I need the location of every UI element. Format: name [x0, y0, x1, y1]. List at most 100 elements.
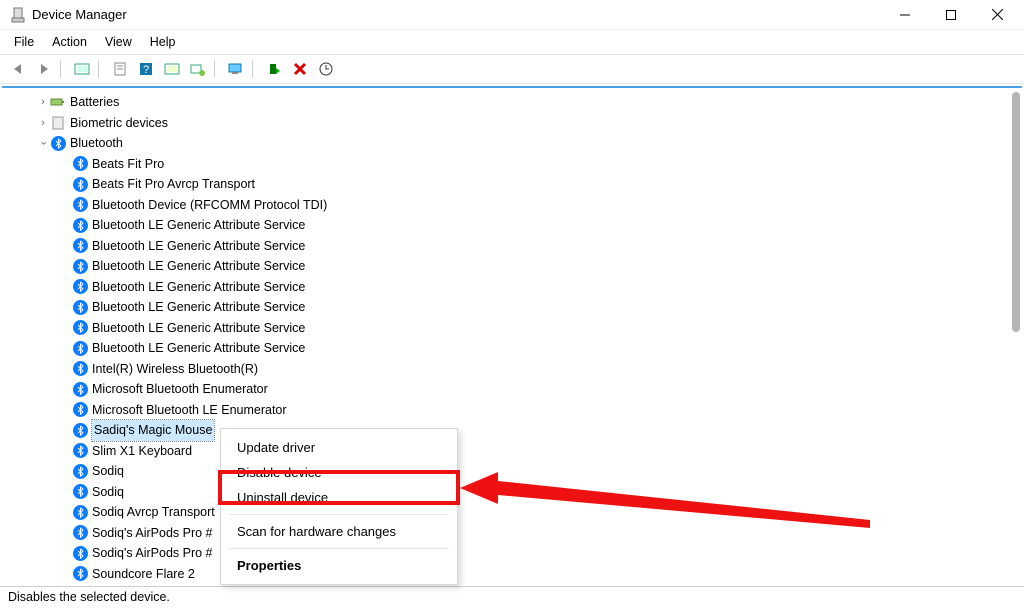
update-button[interactable]	[314, 57, 338, 81]
chevron-right-icon: ›	[36, 113, 50, 134]
bluetooth-icon	[72, 340, 88, 356]
context-menu: Update driver Disable device Uninstall d…	[220, 428, 458, 585]
tree-label: Batteries	[70, 92, 119, 113]
ctx-disable-device[interactable]: Disable device	[221, 460, 457, 485]
tree-item[interactable]: Sadiq's Magic Mouse	[16, 420, 1022, 441]
bluetooth-icon	[72, 443, 88, 459]
tree-item[interactable]: Bluetooth LE Generic Attribute Service	[16, 297, 1022, 318]
tree-item[interactable]: Bluetooth LE Generic Attribute Service	[16, 256, 1022, 277]
tree-item[interactable]: Microsoft Bluetooth Enumerator	[16, 379, 1022, 400]
forward-button[interactable]	[32, 57, 56, 81]
bluetooth-icon	[50, 135, 66, 151]
menu-file[interactable]: File	[6, 33, 42, 51]
toolbar-separator	[214, 60, 220, 78]
bluetooth-icon	[72, 402, 88, 418]
tree-category-biometric[interactable]: › Biometric devices	[16, 113, 1022, 134]
tree-item[interactable]: Bluetooth LE Generic Attribute Service	[16, 236, 1022, 257]
tree-item[interactable]: Bluetooth LE Generic Attribute Service	[16, 318, 1022, 339]
tree-item-label: Sodiq	[92, 482, 124, 503]
tree-label: Biometric devices	[70, 113, 168, 134]
bluetooth-icon	[72, 176, 88, 192]
tree-item[interactable]: Sodiq	[16, 482, 1022, 503]
tree-item-label: Bluetooth LE Generic Attribute Service	[92, 215, 305, 236]
tree-item[interactable]: Sodiq Avrcp Transport	[16, 502, 1022, 523]
tree-item[interactable]: Slim X1 Keyboard	[16, 441, 1022, 462]
minimize-button[interactable]	[882, 0, 928, 30]
tree-category-batteries[interactable]: › Batteries	[16, 92, 1022, 113]
bluetooth-icon	[72, 566, 88, 582]
tree-item[interactable]: Soundcore Flare 2	[16, 564, 1022, 583]
svg-text:?: ?	[143, 64, 149, 76]
bluetooth-icon	[72, 545, 88, 561]
ctx-separator	[229, 548, 449, 549]
tree-item[interactable]: Bluetooth LE Generic Attribute Service	[16, 338, 1022, 359]
tree-item-label: Bluetooth LE Generic Attribute Service	[92, 297, 305, 318]
tree-item[interactable]: Beats Fit Pro Avrcp Transport	[16, 174, 1022, 195]
tree-item-label: Sodiq Avrcp Transport	[92, 502, 215, 523]
menubar: File Action View Help	[0, 30, 1024, 54]
tree-item[interactable]: Sodiq's AirPods Pro #	[16, 543, 1022, 564]
tree-item-label: Bluetooth LE Generic Attribute Service	[92, 277, 305, 298]
monitor-button[interactable]	[224, 57, 248, 81]
tree-category-bluetooth[interactable]: ›Bluetooth	[16, 133, 1022, 154]
window-title: Device Manager	[32, 7, 882, 22]
tree-item[interactable]: Beats Fit Pro	[16, 154, 1022, 175]
vertical-scrollbar[interactable]	[1006, 92, 1020, 570]
maximize-button[interactable]	[928, 0, 974, 30]
action-button[interactable]	[160, 57, 184, 81]
tree-label: Bluetooth	[70, 133, 123, 154]
tree-item-label: Microsoft Bluetooth Enumerator	[92, 379, 268, 400]
tree-item-label: Microsoft Bluetooth LE Enumerator	[92, 400, 287, 421]
properties-button[interactable]	[108, 57, 132, 81]
toolbar-separator	[60, 60, 66, 78]
tree-item[interactable]: Intel(R) Wireless Bluetooth(R)	[16, 359, 1022, 380]
tree-item-label: Bluetooth LE Generic Attribute Service	[92, 318, 305, 339]
scan-button[interactable]	[186, 57, 210, 81]
tree-item[interactable]: Bluetooth LE Generic Attribute Service	[16, 277, 1022, 298]
tree-item[interactable]: Microsoft Bluetooth LE Enumerator	[16, 400, 1022, 421]
tree-item-label: Beats Fit Pro Avrcp Transport	[92, 174, 255, 195]
toolbar-separator	[252, 60, 258, 78]
bluetooth-icon	[72, 217, 88, 233]
chevron-right-icon: ›	[36, 92, 50, 113]
tree-item-label: Slim X1 Keyboard	[92, 441, 192, 462]
bluetooth-icon	[72, 463, 88, 479]
tree-item-label: Bluetooth LE Generic Attribute Service	[92, 256, 305, 277]
bluetooth-icon	[72, 238, 88, 254]
device-tree[interactable]: ›Batteries›Biometric devices›BluetoothBe…	[2, 88, 1022, 582]
scrollbar-thumb[interactable]	[1012, 92, 1020, 332]
bluetooth-icon	[72, 484, 88, 500]
tree-item-label: Sodiq's AirPods Pro #	[92, 523, 213, 544]
tree-item-label: Bluetooth Device (RFCOMM Protocol TDI)	[92, 195, 327, 216]
back-button[interactable]	[6, 57, 30, 81]
menu-help[interactable]: Help	[142, 33, 184, 51]
ctx-update-driver[interactable]: Update driver	[221, 435, 457, 460]
menu-action[interactable]: Action	[44, 33, 95, 51]
bluetooth-icon	[72, 258, 88, 274]
ctx-properties[interactable]: Properties	[221, 553, 457, 578]
tree-item-label: Sodiq	[92, 461, 124, 482]
tree-item[interactable]: Sodiq's AirPods Pro #	[16, 523, 1022, 544]
tree-item-label: Sadiq's Magic Mouse	[92, 420, 214, 441]
statusbar: Disables the selected device.	[0, 586, 1024, 610]
help-button[interactable]: ?	[134, 57, 158, 81]
enable-button[interactable]	[262, 57, 286, 81]
ctx-scan-hardware[interactable]: Scan for hardware changes	[221, 519, 457, 544]
show-hidden-button[interactable]	[70, 57, 94, 81]
battery-icon	[50, 94, 66, 110]
bluetooth-icon	[72, 422, 88, 438]
tree-panel: ›Batteries›Biometric devices›BluetoothBe…	[2, 86, 1022, 582]
bluetooth-icon	[72, 320, 88, 336]
tree-item[interactable]: Bluetooth LE Generic Attribute Service	[16, 215, 1022, 236]
app-icon	[10, 7, 26, 23]
tree-item[interactable]: Sodiq	[16, 461, 1022, 482]
menu-view[interactable]: View	[97, 33, 140, 51]
ctx-uninstall-device[interactable]: Uninstall device	[221, 485, 457, 510]
uninstall-button[interactable]	[288, 57, 312, 81]
tree-item-label: Intel(R) Wireless Bluetooth(R)	[92, 359, 258, 380]
bluetooth-icon	[72, 525, 88, 541]
tree-item[interactable]: Bluetooth Device (RFCOMM Protocol TDI)	[16, 195, 1022, 216]
bluetooth-icon	[72, 361, 88, 377]
close-button[interactable]	[974, 0, 1020, 30]
tree-item-label: Soundcore Flare 2	[92, 564, 195, 583]
